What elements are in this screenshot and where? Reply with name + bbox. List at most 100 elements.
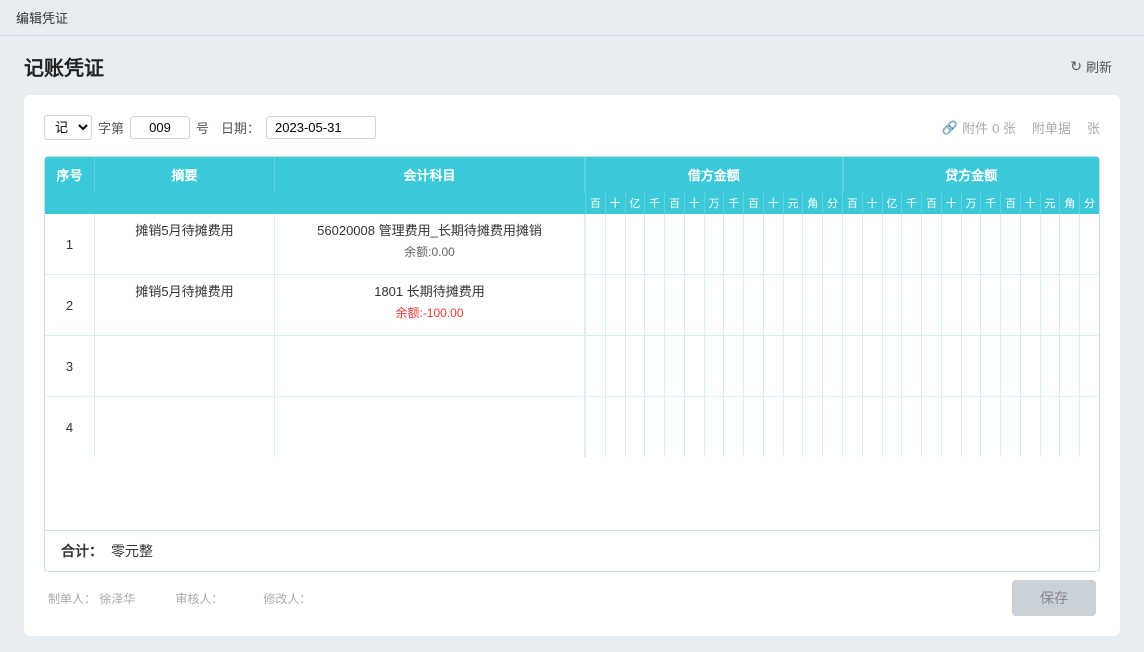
row4-credit-9[interactable] — [1001, 397, 1021, 457]
number-input[interactable] — [130, 116, 190, 139]
row4-credit-7[interactable] — [962, 397, 982, 457]
row2-debit-7[interactable] — [705, 275, 725, 335]
row1-debit-5[interactable] — [665, 214, 685, 274]
row3-credit-6[interactable] — [942, 336, 962, 396]
row2-debit-12[interactable] — [803, 275, 823, 335]
row2-credit-10[interactable] — [1021, 275, 1041, 335]
row4-account[interactable] — [275, 397, 585, 457]
row4-debit-6[interactable] — [685, 397, 705, 457]
row1-debit-13[interactable] — [823, 214, 842, 274]
row3-credit-10[interactable] — [1021, 336, 1041, 396]
row1-debit-6[interactable] — [685, 214, 705, 274]
row4-debit-4[interactable] — [645, 397, 665, 457]
row1-debit-7[interactable] — [705, 214, 725, 274]
row1-debit-9[interactable] — [744, 214, 764, 274]
fudanju-label[interactable]: 附单据 — [1032, 118, 1071, 137]
row1-credit-1[interactable] — [843, 214, 863, 274]
type-select[interactable]: 记 — [44, 115, 92, 140]
row3-debit-12[interactable] — [803, 336, 823, 396]
refresh-button[interactable]: ↻ 刷新 — [1062, 53, 1120, 80]
row1-credit-12[interactable] — [1060, 214, 1080, 274]
row1-credit-13[interactable] — [1080, 214, 1099, 274]
row1-debit-2[interactable] — [606, 214, 626, 274]
row1-account[interactable]: 56020008 管理费用_长期待摊费用摊销 余额:0.00 — [275, 214, 585, 274]
row4-credit-11[interactable] — [1041, 397, 1061, 457]
row3-credit-1[interactable] — [843, 336, 863, 396]
row1-debit-3[interactable] — [626, 214, 646, 274]
row2-credit-7[interactable] — [962, 275, 982, 335]
row3-debit-2[interactable] — [606, 336, 626, 396]
row3-credit-9[interactable] — [1001, 336, 1021, 396]
row1-credit-10[interactable] — [1021, 214, 1041, 274]
row2-credit-5[interactable] — [922, 275, 942, 335]
row2-summary[interactable]: 摊销5月待摊费用 — [95, 275, 275, 335]
row2-debit-11[interactable] — [784, 275, 804, 335]
row1-credit-7[interactable] — [962, 214, 982, 274]
row2-debit-5[interactable] — [665, 275, 685, 335]
row1-credit-8[interactable] — [981, 214, 1001, 274]
row4-debit-12[interactable] — [803, 397, 823, 457]
row2-debit-8[interactable] — [724, 275, 744, 335]
row4-credit-13[interactable] — [1080, 397, 1099, 457]
row3-credit-7[interactable] — [962, 336, 982, 396]
row4-debit-11[interactable] — [784, 397, 804, 457]
row2-credit-2[interactable] — [863, 275, 883, 335]
row3-credit-12[interactable] — [1060, 336, 1080, 396]
row1-debit-10[interactable] — [764, 214, 784, 274]
row3-credit-4[interactable] — [902, 336, 922, 396]
row2-debit-9[interactable] — [744, 275, 764, 335]
row4-debit-9[interactable] — [744, 397, 764, 457]
row2-credit-11[interactable] — [1041, 275, 1061, 335]
row4-credit-5[interactable] — [922, 397, 942, 457]
row2-credit-9[interactable] — [1001, 275, 1021, 335]
row4-summary[interactable] — [95, 397, 275, 457]
row2-credit-6[interactable] — [942, 275, 962, 335]
row2-debit-6[interactable] — [685, 275, 705, 335]
row1-credit-5[interactable] — [922, 214, 942, 274]
row1-debit-12[interactable] — [803, 214, 823, 274]
row4-credit-3[interactable] — [883, 397, 903, 457]
save-button[interactable]: 保存 — [1012, 580, 1096, 616]
row2-debit-10[interactable] — [764, 275, 784, 335]
row4-debit-10[interactable] — [764, 397, 784, 457]
row4-debit-3[interactable] — [626, 397, 646, 457]
row3-debit-4[interactable] — [645, 336, 665, 396]
row2-debit-13[interactable] — [823, 275, 842, 335]
row1-debit-8[interactable] — [724, 214, 744, 274]
row1-debit-1[interactable] — [586, 214, 606, 274]
row4-debit-2[interactable] — [606, 397, 626, 457]
row2-account[interactable]: 1801 长期待摊费用 余额:-100.00 — [275, 275, 585, 335]
row2-credit-1[interactable] — [843, 275, 863, 335]
row3-debit-5[interactable] — [665, 336, 685, 396]
row2-credit-4[interactable] — [902, 275, 922, 335]
row3-debit-3[interactable] — [626, 336, 646, 396]
row3-debit-13[interactable] — [823, 336, 842, 396]
row4-credit-10[interactable] — [1021, 397, 1041, 457]
row4-debit-1[interactable] — [586, 397, 606, 457]
date-input[interactable] — [266, 116, 376, 139]
row3-debit-7[interactable] — [705, 336, 725, 396]
row2-credit-8[interactable] — [981, 275, 1001, 335]
row4-debit-7[interactable] — [705, 397, 725, 457]
row4-debit-8[interactable] — [724, 397, 744, 457]
row2-debit-2[interactable] — [606, 275, 626, 335]
row2-credit-12[interactable] — [1060, 275, 1080, 335]
row1-credit-4[interactable] — [902, 214, 922, 274]
row3-debit-11[interactable] — [784, 336, 804, 396]
row2-credit-13[interactable] — [1080, 275, 1099, 335]
row4-credit-8[interactable] — [981, 397, 1001, 457]
row3-credit-5[interactable] — [922, 336, 942, 396]
row2-debit-3[interactable] — [626, 275, 646, 335]
row1-credit-9[interactable] — [1001, 214, 1021, 274]
row4-credit-1[interactable] — [843, 397, 863, 457]
row3-summary[interactable] — [95, 336, 275, 396]
row3-credit-11[interactable] — [1041, 336, 1061, 396]
row4-credit-12[interactable] — [1060, 397, 1080, 457]
row2-credit-3[interactable] — [883, 275, 903, 335]
row4-debit-5[interactable] — [665, 397, 685, 457]
row3-debit-8[interactable] — [724, 336, 744, 396]
row1-credit-11[interactable] — [1041, 214, 1061, 274]
row3-debit-1[interactable] — [586, 336, 606, 396]
row2-debit-4[interactable] — [645, 275, 665, 335]
row1-credit-2[interactable] — [863, 214, 883, 274]
